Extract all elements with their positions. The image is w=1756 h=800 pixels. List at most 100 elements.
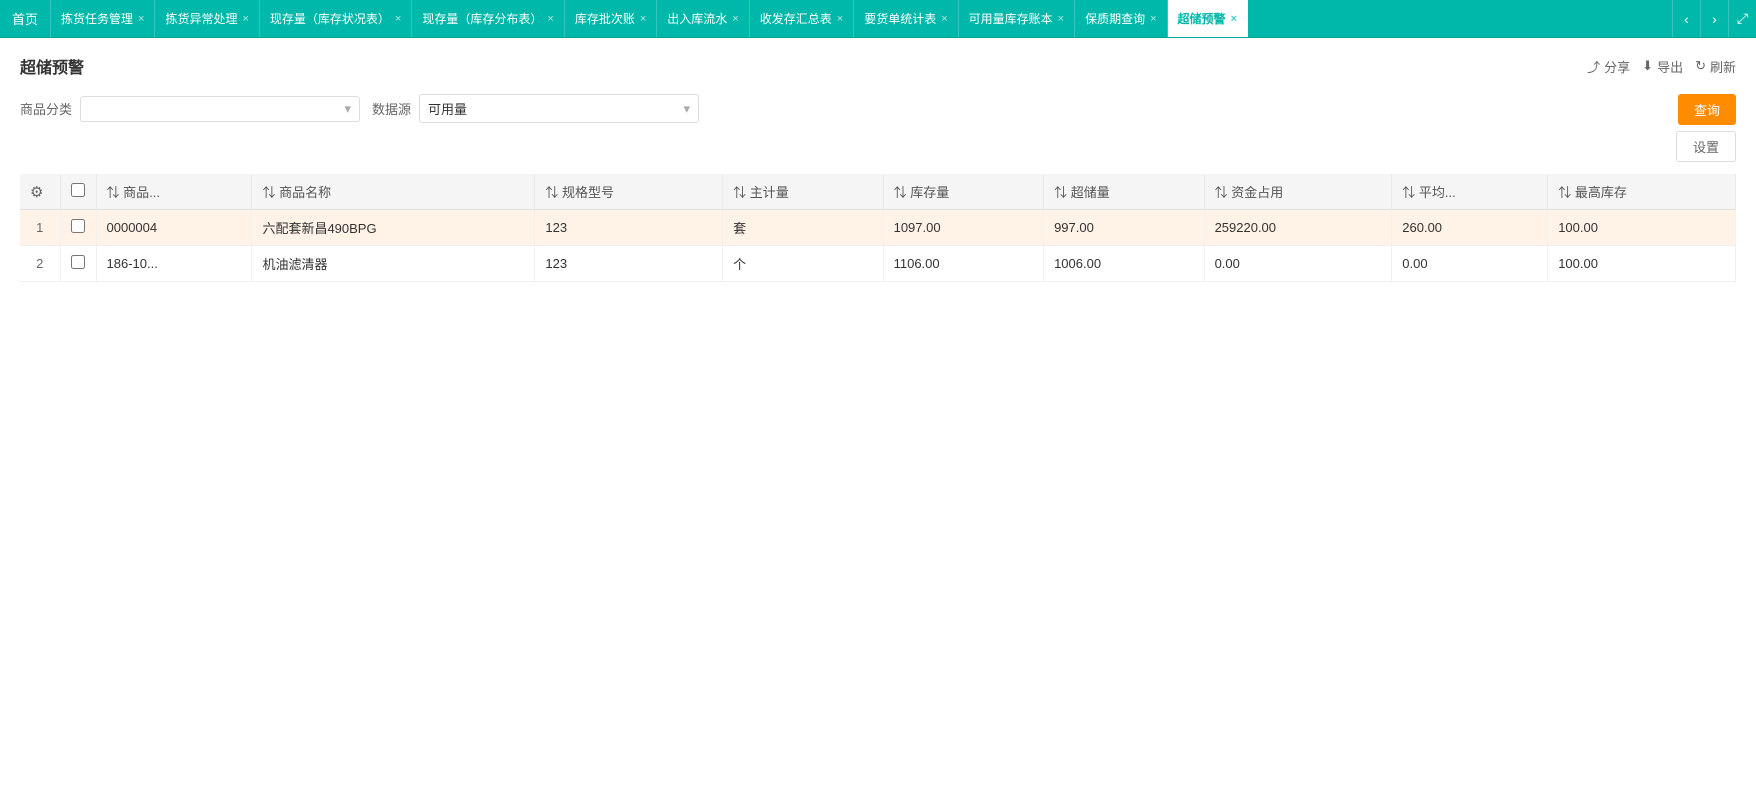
nav-tab-tab-9[interactable]: 可用量库存账本 ×	[959, 0, 1075, 38]
nav-tab-label: 要货单统计表	[864, 10, 936, 27]
nav-tab-label: 库存批次账	[575, 10, 635, 27]
datasource-select[interactable]: 可用量 ▾	[419, 94, 699, 123]
close-tab-icon[interactable]: ×	[837, 13, 843, 25]
nav-tab-label: 现存量（库存分布表）	[422, 10, 542, 27]
nav-tab-label: 拣货异常处理	[165, 10, 237, 27]
chevron-down-icon: ▾	[684, 101, 691, 117]
close-tab-icon[interactable]: ×	[1058, 13, 1064, 25]
table-row: 2 186-10... 机油滤清器 123 个 1106.00 1006.00 …	[20, 246, 1736, 282]
page-title: 超储预警	[20, 54, 84, 78]
nav-tab-label: 可用量库存账本	[969, 10, 1053, 27]
close-tab-icon[interactable]: ×	[547, 13, 553, 25]
row-spec: 123	[535, 246, 723, 282]
datasource-value: 可用量	[428, 99, 467, 118]
close-tab-icon[interactable]: ×	[138, 13, 144, 25]
filter-buttons: 查询 设置	[1676, 94, 1736, 162]
gear-icon[interactable]: ⚙	[30, 184, 43, 201]
nav-tab-tab-3[interactable]: 现存量（库存状况表） ×	[260, 0, 412, 38]
share-icon: ⤴	[1587, 57, 1600, 76]
close-tab-icon[interactable]: ×	[242, 13, 248, 25]
row-checkbox-cell[interactable]	[60, 246, 96, 282]
row-avg: 260.00	[1392, 210, 1548, 246]
nav-tab-label: 收发存汇总表	[760, 10, 832, 27]
datasource-filter-group: 数据源 可用量 ▾	[372, 94, 699, 123]
col-settings-header[interactable]: ⚙	[20, 174, 60, 210]
share-button[interactable]: ⤴ 分享	[1587, 57, 1630, 76]
category-select[interactable]: ▾	[80, 96, 360, 122]
chevron-down-icon: ▾	[344, 101, 351, 117]
header-actions: ⤴ 分享 ⬇ 导出 ↻ 刷新	[1587, 57, 1736, 76]
nav-next-button[interactable]: ›	[1700, 0, 1728, 38]
nav-home[interactable]: 首页	[0, 0, 51, 38]
nav-tab-tab-11[interactable]: 超储预警 ×	[1168, 0, 1248, 38]
nav-tab-label: 超储预警	[1178, 10, 1226, 27]
row-avg: 0.00	[1392, 246, 1548, 282]
col-check-header[interactable]	[60, 174, 96, 210]
col-over-stock-header[interactable]: ⇅ 超储量	[1044, 174, 1204, 210]
close-tab-icon[interactable]: ×	[640, 13, 646, 25]
row-spec: 123	[535, 210, 723, 246]
category-label: 商品分类	[20, 99, 72, 118]
row-unit: 套	[723, 210, 883, 246]
row-max-stock: 100.00	[1548, 210, 1736, 246]
nav-arrows: ‹ › ⤢	[1672, 0, 1756, 38]
nav-prev-button[interactable]: ‹	[1672, 0, 1700, 38]
nav-expand-button[interactable]: ⤢	[1728, 0, 1756, 38]
top-navigation: 首页 拣货任务管理×拣货异常处理×现存量（库存状况表）×现存量（库存分布表）×库…	[0, 0, 1756, 38]
nav-tab-label: 保质期查询	[1085, 10, 1145, 27]
nav-tab-tab-1[interactable]: 拣货任务管理 ×	[51, 0, 155, 38]
col-spec-header[interactable]: ⇅ 规格型号	[535, 174, 723, 210]
close-tab-icon[interactable]: ×	[941, 13, 947, 25]
row-over-stock: 1006.00	[1044, 246, 1204, 282]
row-max-stock: 100.00	[1548, 246, 1736, 282]
nav-tab-tab-7[interactable]: 收发存汇总表 ×	[750, 0, 854, 38]
row-product-code: 0000004	[96, 210, 252, 246]
row-checkbox[interactable]	[71, 255, 85, 269]
nav-tab-tab-4[interactable]: 现存量（库存分布表） ×	[412, 0, 564, 38]
refresh-button[interactable]: ↻ 刷新	[1695, 57, 1736, 76]
datasource-label: 数据源	[372, 99, 411, 118]
select-all-checkbox[interactable]	[71, 183, 85, 197]
col-capital-header[interactable]: ⇅ 资金占用	[1204, 174, 1392, 210]
export-button[interactable]: ⬇ 导出	[1642, 57, 1683, 76]
page-header: 超储预警 ⤴ 分享 ⬇ 导出 ↻ 刷新	[20, 54, 1736, 78]
settings-button[interactable]: 设置	[1676, 131, 1736, 162]
nav-tab-label: 出入库流水	[667, 10, 727, 27]
nav-tab-label: 拣货任务管理	[61, 10, 133, 27]
nav-tab-tab-8[interactable]: 要货单统计表 ×	[854, 0, 958, 38]
page-content: 超储预警 ⤴ 分享 ⬇ 导出 ↻ 刷新 商品分类 ▾	[0, 38, 1756, 800]
close-tab-icon[interactable]: ×	[1231, 13, 1237, 25]
nav-tab-tab-6[interactable]: 出入库流水 ×	[657, 0, 749, 38]
row-checkbox-cell[interactable]	[60, 210, 96, 246]
row-stock: 1097.00	[883, 210, 1043, 246]
refresh-icon: ↻	[1695, 58, 1706, 74]
table-row: 1 0000004 六配套新昌490BPG 123 套 1097.00 997.…	[20, 210, 1736, 246]
row-capital: 0.00	[1204, 246, 1392, 282]
col-unit-header[interactable]: ⇅ 主计量	[723, 174, 883, 210]
nav-tab-tab-2[interactable]: 拣货异常处理 ×	[155, 0, 259, 38]
export-icon: ⬇	[1642, 58, 1653, 74]
col-product-code-header[interactable]: ⇅ 商品...	[96, 174, 252, 210]
nav-tab-label: 现存量（库存状况表）	[270, 10, 390, 27]
row-over-stock: 997.00	[1044, 210, 1204, 246]
table-header-row: ⚙ ⇅ 商品... ⇅ 商品名称 ⇅ 规格型号 ⇅	[20, 174, 1736, 210]
close-tab-icon[interactable]: ×	[732, 13, 738, 25]
row-capital: 259220.00	[1204, 210, 1392, 246]
row-index: 1	[20, 210, 60, 246]
row-checkbox[interactable]	[71, 219, 85, 233]
col-stock-header[interactable]: ⇅ 库存量	[883, 174, 1043, 210]
nav-tab-tab-5[interactable]: 库存批次账 ×	[565, 0, 657, 38]
category-filter-group: 商品分类 ▾	[20, 96, 360, 122]
row-index: 2	[20, 246, 60, 282]
col-avg-header[interactable]: ⇅ 平均...	[1392, 174, 1548, 210]
row-stock: 1106.00	[883, 246, 1043, 282]
close-tab-icon[interactable]: ×	[1150, 13, 1156, 25]
row-product-name: 六配套新昌490BPG	[252, 210, 535, 246]
row-product-name: 机油滤清器	[252, 246, 535, 282]
row-unit: 个	[723, 246, 883, 282]
col-max-stock-header[interactable]: ⇅ 最高库存	[1548, 174, 1736, 210]
close-tab-icon[interactable]: ×	[395, 13, 401, 25]
nav-tab-tab-10[interactable]: 保质期查询 ×	[1075, 0, 1167, 38]
col-product-name-header[interactable]: ⇅ 商品名称	[252, 174, 535, 210]
query-button[interactable]: 查询	[1678, 94, 1736, 125]
